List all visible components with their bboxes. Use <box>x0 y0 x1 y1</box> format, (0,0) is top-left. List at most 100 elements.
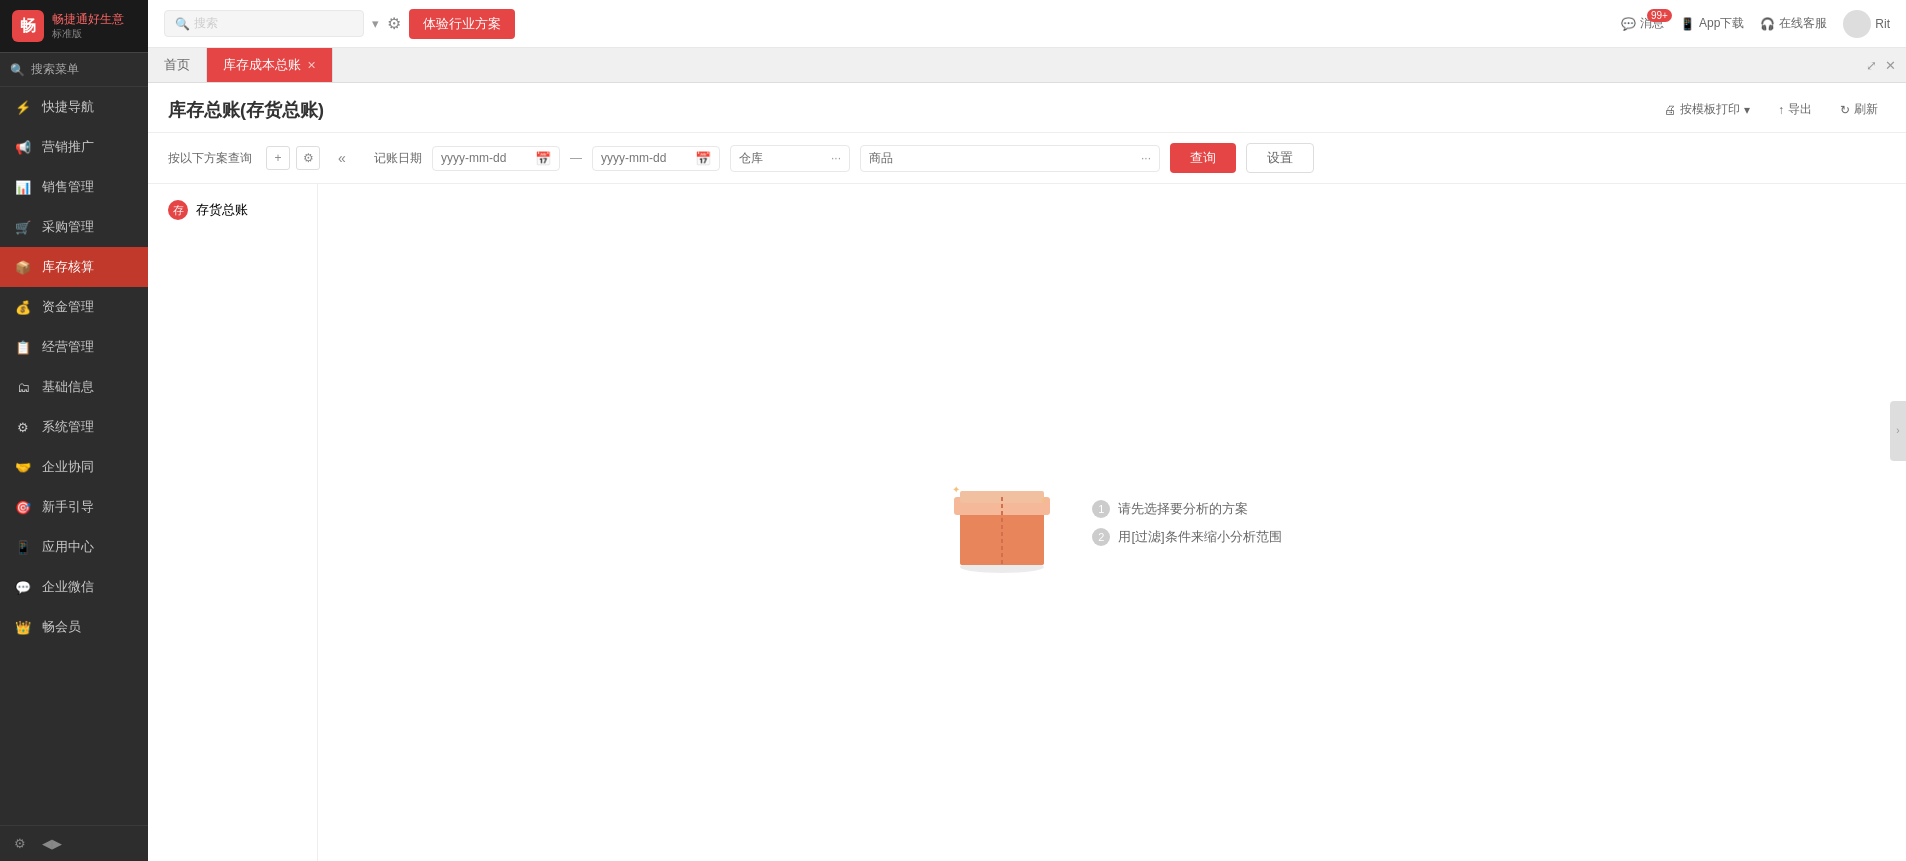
right-panel-toggle[interactable]: › <box>1890 401 1906 461</box>
sidebar-item-label: 资金管理 <box>42 298 94 316</box>
filter-settings-button[interactable]: ⚙ <box>296 146 320 170</box>
warehouse-more-icon[interactable]: ··· <box>831 151 841 165</box>
refresh-button[interactable]: ↻ 刷新 <box>1832 97 1886 122</box>
date-end-input[interactable] <box>601 151 691 165</box>
sidebar-item-label: 新手引导 <box>42 498 94 516</box>
sidebar-item-label: 经营管理 <box>42 338 94 356</box>
user-area[interactable]: Rit <box>1843 10 1890 38</box>
tab-close-all-icon[interactable]: ✕ <box>1885 58 1896 73</box>
sidebar-search-area[interactable]: 🔍 搜索菜单 <box>0 53 148 87</box>
calendar-icon-start[interactable]: 📅 <box>535 151 551 166</box>
export-button[interactable]: ↑ 导出 <box>1770 97 1820 122</box>
topbar-search-area[interactable]: 🔍 搜索 <box>164 10 364 37</box>
date-start-input[interactable] <box>441 151 531 165</box>
collapse-icon[interactable]: ◀▶ <box>42 836 62 851</box>
main-body: 存 存货总账 <box>148 184 1906 861</box>
date-end-group[interactable]: 📅 <box>592 146 720 171</box>
headset-icon: 🎧 <box>1760 17 1775 31</box>
industry-button[interactable]: 体验行业方案 <box>409 9 515 39</box>
sidebar-search-button[interactable]: 🔍 搜索菜单 <box>10 61 138 78</box>
date-field-label: 记账日期 <box>374 150 422 167</box>
tip-num-2: 2 <box>1092 528 1110 546</box>
sidebar-item-marketing[interactable]: 📢 营销推广 <box>0 127 148 167</box>
page-title: 库存总账(存货总账) <box>168 98 324 122</box>
sidebar-item-quicknav[interactable]: ⚡ 快捷导航 <box>0 87 148 127</box>
query-button[interactable]: 查询 <box>1170 143 1236 173</box>
sidebar-item-inventory[interactable]: 📦 库存核算 <box>0 247 148 287</box>
empty-box-svg: ✦ ✦ <box>942 473 1062 573</box>
print-icon: 🖨 <box>1664 103 1676 117</box>
empty-state: ✦ ✦ 1 请先选择要分析的方案 2 用[过滤]条件来缩小分析范围 <box>318 184 1906 861</box>
product-select[interactable]: 商品 ··· <box>860 145 1160 172</box>
scheme-item-inventory-ledger[interactable]: 存 存货总账 <box>148 192 317 228</box>
appcenter-icon: 📱 <box>14 538 32 556</box>
filter-action-buttons: + ⚙ <box>266 146 320 170</box>
sidebar-item-basic[interactable]: 🗂 基础信息 <box>0 367 148 407</box>
filter-add-button[interactable]: + <box>266 146 290 170</box>
sidebar-item-guide[interactable]: 🎯 新手引导 <box>0 487 148 527</box>
sidebar-item-sales[interactable]: 📊 销售管理 <box>0 167 148 207</box>
svg-text:✦: ✦ <box>952 484 960 495</box>
calendar-icon-end[interactable]: 📅 <box>695 151 711 166</box>
search-label: 搜索菜单 <box>31 61 79 78</box>
version-label: 标准版 <box>52 27 124 41</box>
basic-icon: 🗂 <box>14 378 32 396</box>
logo-text: 畅捷通好生意 标准版 <box>52 11 124 42</box>
tab-home[interactable]: 首页 <box>148 48 207 82</box>
tab-expand-icon[interactable]: ⤢ <box>1866 58 1877 73</box>
member-icon: 👑 <box>14 618 32 636</box>
right-toggle-icon: › <box>1896 425 1899 436</box>
print-dropdown-icon[interactable]: ▾ <box>1744 103 1750 117</box>
logo-icon: 畅 <box>12 10 44 42</box>
sidebar-item-label: 快捷导航 <box>42 98 94 116</box>
sidebar-item-member[interactable]: 👑 畅会员 <box>0 607 148 647</box>
topbar-settings-icon[interactable]: ⚙ <box>387 14 401 33</box>
sidebar-item-label: 采购管理 <box>42 218 94 236</box>
sidebar-item-label: 企业协同 <box>42 458 94 476</box>
operations-icon: 📋 <box>14 338 32 356</box>
sidebar-item-operations[interactable]: 📋 经营管理 <box>0 327 148 367</box>
sidebar-item-appcenter[interactable]: 📱 应用中心 <box>0 527 148 567</box>
online-service-button[interactable]: 🎧 在线客服 <box>1760 15 1827 32</box>
product-label: 商品 <box>869 150 893 167</box>
sidebar-item-wechat[interactable]: 💬 企业微信 <box>0 567 148 607</box>
wechat-icon: 💬 <box>14 578 32 596</box>
topbar-left: 🔍 搜索 ▾ ⚙ 体验行业方案 <box>164 9 1611 39</box>
guide-icon: 🎯 <box>14 498 32 516</box>
product-more-icon[interactable]: ··· <box>1141 151 1151 165</box>
date-start-group[interactable]: 📅 <box>432 146 560 171</box>
sidebar-item-label: 企业微信 <box>42 578 94 596</box>
sidebar-item-purchase[interactable]: 🛒 采购管理 <box>0 207 148 247</box>
sidebar-bottom: ⚙ ◀▶ <box>0 825 148 861</box>
sidebar-item-cooperation[interactable]: 🤝 企业协同 <box>0 447 148 487</box>
tab-home-label: 首页 <box>164 56 190 74</box>
warehouse-select[interactable]: 仓库 ··· <box>730 145 850 172</box>
cooperation-icon: 🤝 <box>14 458 32 476</box>
main-content: 🔍 搜索 ▾ ⚙ 体验行业方案 💬 消息 99+ 📱 App下载 🎧 在线客服 <box>148 0 1906 861</box>
sidebar-item-system[interactable]: ⚙ 系统管理 <box>0 407 148 447</box>
settings-icon[interactable]: ⚙ <box>14 836 26 851</box>
purchase-icon: 🛒 <box>14 218 32 236</box>
print-button[interactable]: 🖨 按模板打印 ▾ <box>1656 97 1758 122</box>
app-download-button[interactable]: 📱 App下载 <box>1680 15 1744 32</box>
sidebar-item-finance[interactable]: 💰 资金管理 <box>0 287 148 327</box>
sidebar-item-label: 应用中心 <box>42 538 94 556</box>
inventory-icon: 📦 <box>14 258 32 276</box>
date-separator: — <box>570 151 582 165</box>
filter-row: 按以下方案查询 + ⚙ « 记账日期 📅 — 📅 <box>168 143 1886 173</box>
settings-button[interactable]: 设置 <box>1246 143 1314 173</box>
tab-inventory-cost[interactable]: 库存成本总账 ✕ <box>207 48 333 82</box>
app-download-label: App下载 <box>1699 15 1744 32</box>
export-label: 导出 <box>1788 101 1812 118</box>
messages-badge: 99+ <box>1647 9 1672 22</box>
messages-button[interactable]: 💬 消息 99+ <box>1621 15 1664 32</box>
search-icon: 🔍 <box>10 63 25 77</box>
sidebar-item-label: 库存核算 <box>42 258 94 276</box>
topbar-dropdown-icon[interactable]: ▾ <box>372 16 379 31</box>
tip-num-1: 1 <box>1092 500 1110 518</box>
filter-collapse-button[interactable]: « <box>330 146 354 170</box>
refresh-icon: ↻ <box>1840 103 1850 117</box>
sidebar-item-label: 系统管理 <box>42 418 94 436</box>
tab-close-icon[interactable]: ✕ <box>307 59 316 72</box>
sidebar-item-label: 畅会员 <box>42 618 81 636</box>
